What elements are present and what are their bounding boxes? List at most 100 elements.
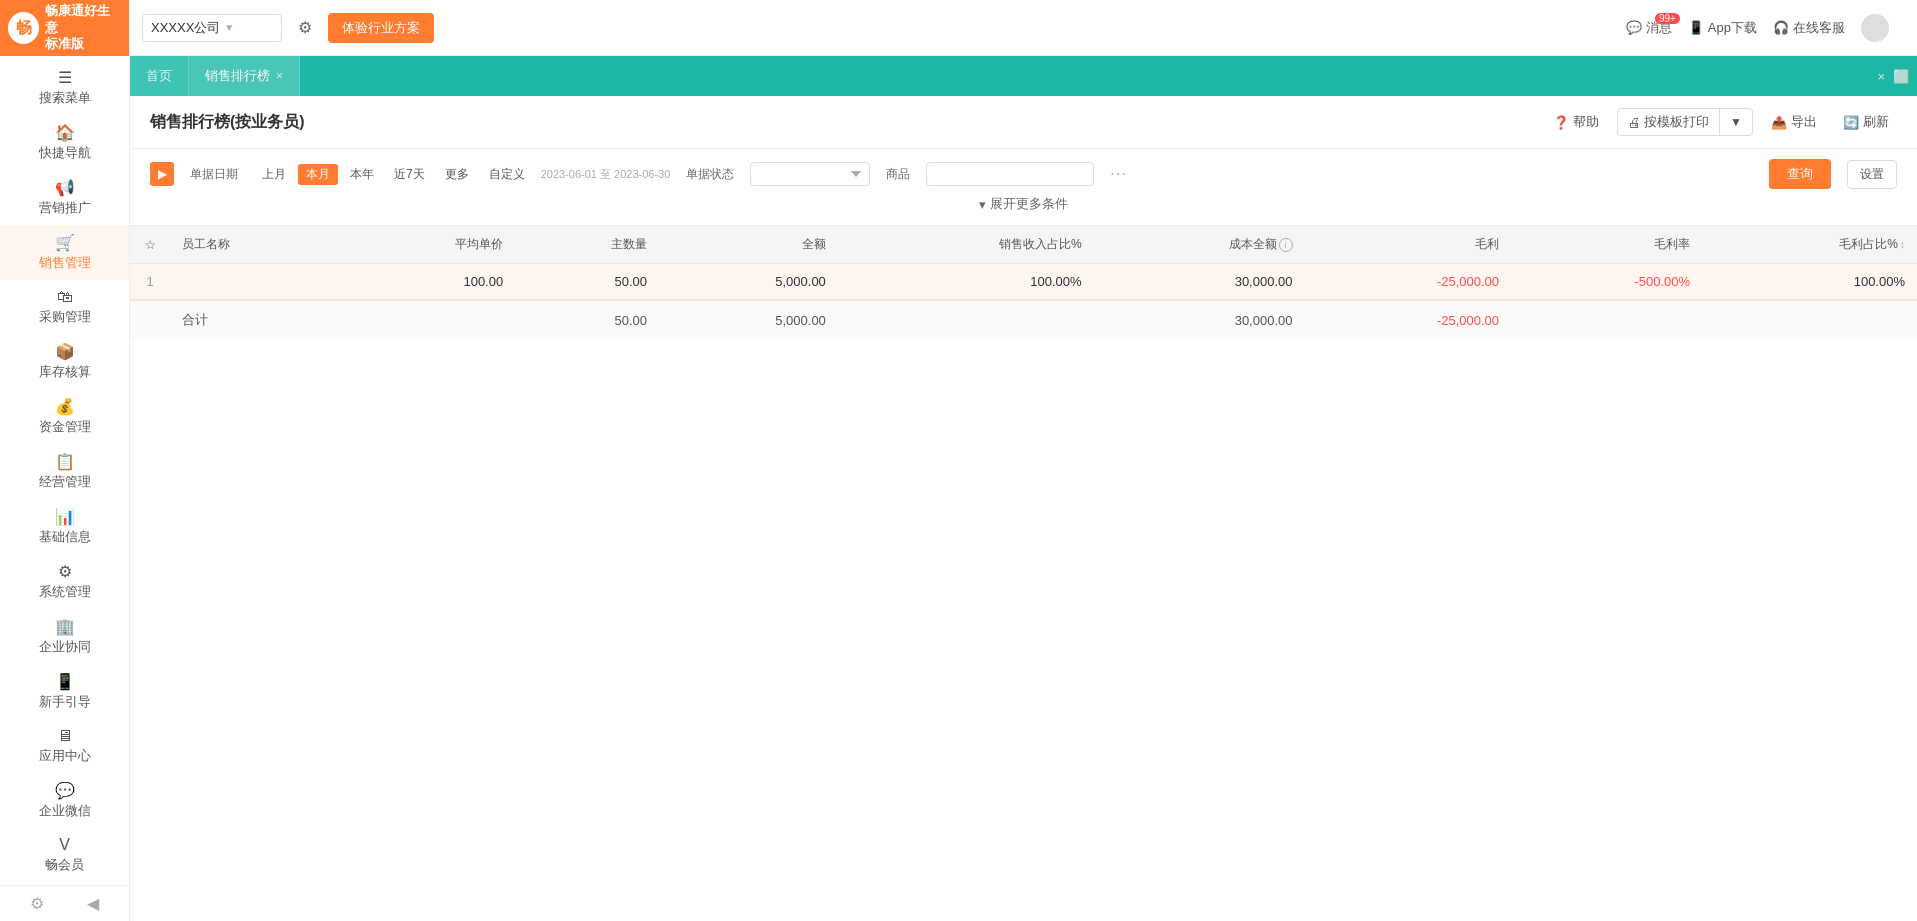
sidebar-item-purchase[interactable]: 🛍 采购管理 <box>0 280 129 334</box>
message-icon: 💬 <box>1626 20 1642 35</box>
cell-profit: -25,000.00 <box>1305 264 1512 301</box>
sidebar-item-app-center[interactable]: 🖥 应用中心 <box>0 719 129 773</box>
date-opt-last-month[interactable]: 上月 <box>254 164 294 185</box>
col-rank: ☆ <box>130 226 170 264</box>
sidebar-item-operations[interactable]: 📋 经营管理 <box>0 444 129 499</box>
window-close-icon[interactable]: × <box>1877 69 1885 84</box>
more-filters-dots[interactable]: ··· <box>1110 165 1126 183</box>
box-icon: 📦 <box>55 342 75 361</box>
table-footer-row: 合计 50.00 5,000.00 30,000.00 -25,000.00 <box>130 300 1917 339</box>
online-service-label: 在线客服 <box>1793 19 1845 37</box>
help-button[interactable]: ❓ 帮助 <box>1545 109 1607 135</box>
app-download-group[interactable]: 📱 App下载 <box>1688 19 1757 37</box>
sidebar-nav: ☰ 搜索菜单 🏠 快捷导航 📢 营销推广 🛒 销售管理 🛍 采购管理 📦 库存核… <box>0 56 129 885</box>
col-profit: 毛利 <box>1305 226 1512 264</box>
sidebar-item-wechat[interactable]: 💬 企业微信 <box>0 773 129 828</box>
sidebar-footer: ⚙ ◀ <box>0 885 129 921</box>
table-container: ☆ 员工名称 平均单价 主数量 全额 销售收入占比% 成本全额i 毛利 毛利率 … <box>130 226 1917 921</box>
main-area: XXXXX公司 ▼ ⚙ 体验行业方案 💬 消息 99+ 📱 App下载 🎧 在线… <box>130 0 1917 921</box>
date-opt-custom[interactable]: 自定义 <box>481 164 533 185</box>
date-opt-this-year[interactable]: 本年 <box>342 164 382 185</box>
col-name: 员工名称 <box>170 226 343 264</box>
goods-label: 商品 <box>886 166 910 183</box>
tab-close-icon[interactable]: × <box>276 69 283 83</box>
monitor-icon: 🖥 <box>57 727 73 745</box>
footer-cell-profit-rate <box>1511 300 1702 339</box>
company-selector[interactable]: XXXXX公司 ▼ <box>142 14 282 42</box>
cell-sales-pct: 100.00% <box>838 264 1094 301</box>
footer-settings-icon[interactable]: ⚙ <box>30 894 44 913</box>
cell-qty: 50.00 <box>515 264 659 301</box>
footer-cell-qty: 50.00 <box>515 300 659 339</box>
gear-icon: ⚙ <box>58 562 72 581</box>
building-icon: 🏢 <box>55 617 75 636</box>
sidebar-item-quicknav[interactable]: 🏠 快捷导航 <box>0 115 129 170</box>
footer-cell-sales-pct <box>838 300 1094 339</box>
refresh-button[interactable]: 🔄 刷新 <box>1835 109 1897 135</box>
query-button[interactable]: 查询 <box>1769 159 1831 189</box>
settings-button[interactable]: 设置 <box>1847 160 1897 189</box>
date-opt-more[interactable]: 更多 <box>437 164 477 185</box>
app-download-icon: 📱 <box>1688 20 1704 35</box>
sidebar-item-system[interactable]: ⚙ 系统管理 <box>0 554 129 609</box>
print-dropdown-icon[interactable]: ▼ <box>1720 111 1752 133</box>
cart-icon: 🛒 <box>55 233 75 252</box>
date-options: 上月 本月 本年 近7天 更多 自定义 2023-06-01 至 2023-06… <box>254 164 670 185</box>
export-button[interactable]: 📤 导出 <box>1763 109 1825 135</box>
cell-cost: 30,000.00 <box>1094 264 1305 301</box>
col-amount: 全额 <box>659 226 838 264</box>
sidebar-item-inventory[interactable]: 📦 库存核算 <box>0 334 129 389</box>
online-service-group[interactable]: 🎧 在线客服 <box>1773 19 1845 37</box>
sidebar-item-sales[interactable]: 🛒 销售管理 <box>0 225 129 280</box>
topbar-settings-icon[interactable]: ⚙ <box>290 13 320 43</box>
company-chevron-icon: ▼ <box>224 22 234 33</box>
company-name: XXXXX公司 <box>151 19 220 37</box>
goods-input[interactable] <box>926 162 1094 186</box>
print-btn-group: 🖨 按模板打印 ▼ <box>1617 108 1753 136</box>
status-select[interactable] <box>750 162 870 186</box>
cell-profit-rate: -500.00% <box>1511 264 1702 301</box>
footer-cell-profit: -25,000.00 <box>1305 300 1512 339</box>
trial-button[interactable]: 体验行业方案 <box>328 13 434 43</box>
date-opt-7days[interactable]: 近7天 <box>386 164 433 185</box>
footer-cell-avg-price <box>343 300 516 339</box>
cell-rank: 1 <box>130 264 170 301</box>
print-icon: 🖨 <box>1628 115 1641 130</box>
message-group[interactable]: 💬 消息 99+ <box>1626 19 1672 37</box>
topbar-right: 💬 消息 99+ 📱 App下载 🎧 在线客服 <box>1626 14 1905 42</box>
sidebar-item-finance[interactable]: 💰 资金管理 <box>0 389 129 444</box>
cost-info-icon[interactable]: i <box>1279 238 1293 252</box>
sidebar-item-enterprise[interactable]: 🏢 企业协同 <box>0 609 129 664</box>
date-opt-this-month[interactable]: 本月 <box>298 164 338 185</box>
logo-text: 畅康通好生意 标准版 <box>45 3 121 54</box>
profit-pct-sort-icon[interactable]: ↕ <box>1900 239 1905 250</box>
tab-sales-rank[interactable]: 销售排行榜 × <box>189 56 300 96</box>
footer-cell-empty <box>130 300 170 339</box>
sidebar-item-member[interactable]: V 畅会员 <box>0 828 129 882</box>
expand-more[interactable]: ▾ 展开更多条件 <box>150 189 1897 215</box>
footer-cell-profit-pct <box>1702 300 1917 339</box>
app-download-label: App下载 <box>1708 19 1757 37</box>
content-area: 销售排行榜(按业务员) ❓ 帮助 🖨 按模板打印 ▼ 📤 导出 <box>130 96 1917 921</box>
col-sales-pct: 销售收入占比% <box>838 226 1094 264</box>
sidebar-item-guide[interactable]: 📱 新手引导 <box>0 664 129 719</box>
tab-home[interactable]: 首页 <box>130 56 189 96</box>
sidebar-item-search[interactable]: ☰ 搜索菜单 <box>0 60 129 115</box>
footer-cell-label: 合计 <box>170 300 343 339</box>
chart-icon: 📊 <box>55 507 75 526</box>
sidebar-item-basic[interactable]: 📊 基础信息 <box>0 499 129 554</box>
print-button[interactable]: 🖨 按模板打印 <box>1618 109 1720 135</box>
col-profit-rate: 毛利率 <box>1511 226 1702 264</box>
filter-expand-arrow[interactable]: ▶ <box>150 162 174 186</box>
filter-area: ▶ 单据日期 上月 本月 本年 近7天 更多 自定义 2023-06-01 至 … <box>130 149 1917 226</box>
footer-collapse-icon[interactable]: ◀ <box>87 894 99 913</box>
date-label: 单据日期 <box>190 166 238 183</box>
header-actions: ❓ 帮助 🖨 按模板打印 ▼ 📤 导出 🔄 刷新 <box>1545 108 1897 136</box>
refresh-icon: 🔄 <box>1843 115 1859 130</box>
cell-profit-pct: 100.00% <box>1702 264 1917 301</box>
page-title: 销售排行榜(按业务员) <box>150 112 305 133</box>
window-restore-icon[interactable]: ⬜ <box>1893 69 1909 84</box>
tab-sales-rank-label: 销售排行榜 <box>205 67 270 85</box>
sidebar-item-marketing[interactable]: 📢 营销推广 <box>0 170 129 225</box>
avatar[interactable] <box>1861 14 1889 42</box>
